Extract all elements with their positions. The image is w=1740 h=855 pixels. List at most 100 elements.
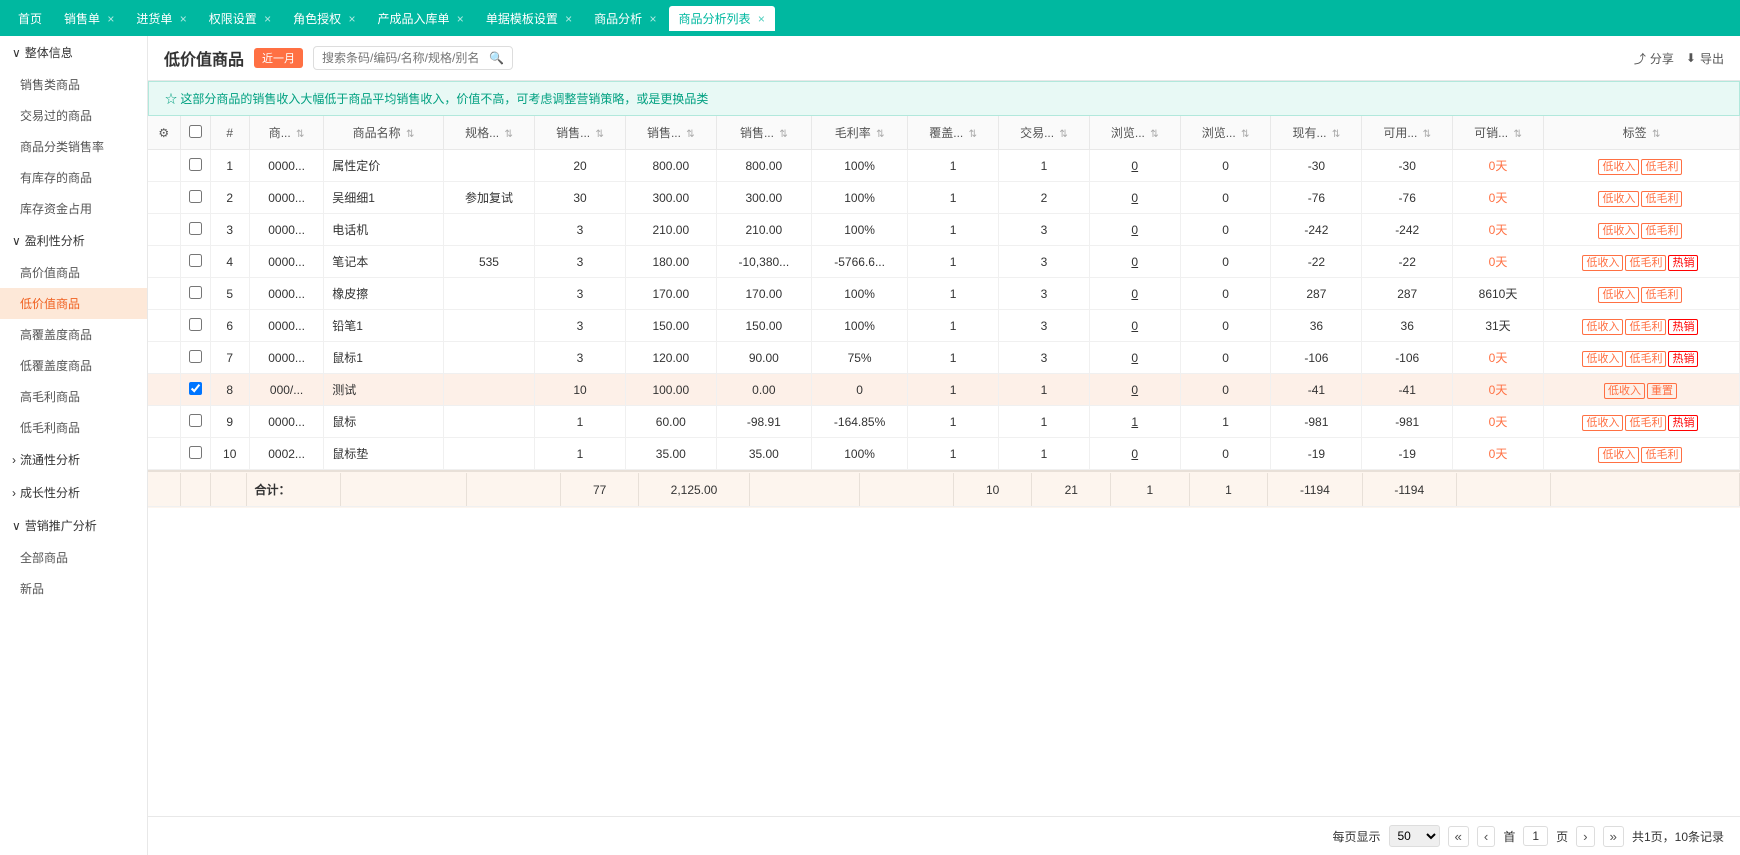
nav-template[interactable]: 单据模板设置 × [476, 6, 582, 31]
col-sales-avg[interactable]: 销售... ⇅ [716, 116, 811, 150]
col-trans[interactable]: 交易... ⇅ [999, 116, 1090, 150]
section-circulation[interactable]: › 流通性分析 [0, 443, 147, 476]
cell-check[interactable] [180, 438, 210, 470]
close-purchase-order[interactable]: × [180, 12, 187, 26]
sidebar-item-sales-products[interactable]: 销售类商品 [0, 69, 147, 100]
row-checkbox[interactable] [189, 350, 202, 363]
sidebar-item-stock-products[interactable]: 有库存的商品 [0, 162, 147, 193]
cell-check[interactable] [180, 278, 210, 310]
nav-home[interactable]: 首页 [8, 6, 52, 31]
col-pv1[interactable]: 浏览... ⇅ [1089, 116, 1180, 150]
period-filter-btn[interactable]: 近一月 [254, 48, 303, 68]
col-check[interactable] [180, 116, 210, 150]
next-page-btn[interactable]: › [1576, 826, 1594, 847]
close-sales-order[interactable]: × [107, 12, 114, 26]
col-code[interactable]: 商... ⇅ [249, 116, 323, 150]
select-all-checkbox[interactable] [189, 125, 202, 138]
sidebar-item-high-coverage[interactable]: 高覆盖度商品 [0, 319, 147, 350]
row-checkbox[interactable] [189, 414, 202, 427]
cell-pv1[interactable]: 0 [1089, 342, 1180, 374]
cell-check[interactable] [180, 406, 210, 438]
close-product-entry[interactable]: × [457, 12, 464, 26]
per-page-select[interactable]: 50 100 [1389, 825, 1440, 847]
col-sales-amt[interactable]: 销售... ⇅ [625, 116, 716, 150]
nav-role[interactable]: 角色授权 × [283, 6, 365, 31]
section-growth[interactable]: › 成长性分析 [0, 476, 147, 509]
col-stock-cur[interactable]: 现有... ⇅ [1271, 116, 1362, 150]
row-checkbox[interactable] [189, 286, 202, 299]
sidebar-item-new-products[interactable]: 新品 [0, 573, 147, 604]
cell-pv1[interactable]: 0 [1089, 214, 1180, 246]
sidebar-item-low-value[interactable]: 低价值商品 [0, 288, 147, 319]
row-checkbox[interactable] [189, 254, 202, 267]
col-coverage[interactable]: 覆盖... ⇅ [908, 116, 999, 150]
close-role[interactable]: × [348, 12, 355, 26]
search-icon[interactable]: 🔍 [489, 51, 504, 65]
col-name[interactable]: 商品名称 ⇅ [324, 116, 444, 150]
cell-gross-rate: 0 [811, 374, 907, 406]
cell-check[interactable] [180, 310, 210, 342]
close-template[interactable]: × [565, 12, 572, 26]
last-page-btn[interactable]: » [1603, 826, 1624, 847]
cell-check[interactable] [180, 150, 210, 182]
sidebar-item-stock-capital[interactable]: 库存资金占用 [0, 193, 147, 224]
cell-pv1[interactable]: 1 [1089, 406, 1180, 438]
col-gross-rate[interactable]: 毛利率 ⇅ [811, 116, 907, 150]
sidebar-item-traded-products[interactable]: 交易过的商品 [0, 100, 147, 131]
sidebar-item-category-rate[interactable]: 商品分类销售率 [0, 131, 147, 162]
row-checkbox[interactable] [189, 382, 202, 395]
export-btn[interactable]: ⬇ 导出 [1686, 50, 1724, 67]
col-pv2[interactable]: 浏览... ⇅ [1180, 116, 1271, 150]
col-stock-sale[interactable]: 可销... ⇅ [1453, 116, 1544, 150]
nav-permission[interactable]: 权限设置 × [199, 6, 281, 31]
col-gear[interactable]: ⚙ [148, 116, 180, 150]
nav-sales-order[interactable]: 销售单 × [54, 6, 124, 31]
cell-sales-avg: 90.00 [716, 342, 811, 374]
cell-check[interactable] [180, 182, 210, 214]
cell-pv1[interactable]: 0 [1089, 374, 1180, 406]
row-checkbox[interactable] [189, 222, 202, 235]
sidebar-item-high-margin[interactable]: 高毛利商品 [0, 381, 147, 412]
cell-tags: 低收入低毛利 [1543, 438, 1739, 470]
cell-pv1[interactable]: 0 [1089, 246, 1180, 278]
prev-page-btn[interactable]: ‹ [1477, 826, 1495, 847]
row-checkbox[interactable] [189, 446, 202, 459]
cell-check[interactable] [180, 374, 210, 406]
nav-analysis-list[interactable]: 商品分析列表 × [669, 6, 775, 31]
sidebar-item-low-margin[interactable]: 低毛利商品 [0, 412, 147, 443]
sidebar-item-high-value[interactable]: 高价值商品 [0, 257, 147, 288]
nav-analysis[interactable]: 商品分析 × [584, 6, 666, 31]
close-analysis[interactable]: × [650, 12, 657, 26]
cell-check[interactable] [180, 214, 210, 246]
col-spec[interactable]: 规格... ⇅ [443, 116, 534, 150]
nav-purchase-order[interactable]: 进货单 × [126, 6, 196, 31]
cell-check[interactable] [180, 246, 210, 278]
cell-pv1[interactable]: 0 [1089, 182, 1180, 214]
cell-trans: 2 [999, 182, 1090, 214]
close-permission[interactable]: × [264, 12, 271, 26]
share-btn[interactable]: ⤴ 分享 [1634, 50, 1674, 67]
row-checkbox[interactable] [189, 318, 202, 331]
first-page-btn[interactable]: « [1448, 826, 1469, 847]
col-sales-qty[interactable]: 销售... ⇅ [535, 116, 626, 150]
col-tag[interactable]: 标签 ⇅ [1543, 116, 1739, 150]
sidebar-item-all-products[interactable]: 全部商品 [0, 542, 147, 573]
cell-pv1[interactable]: 0 [1089, 310, 1180, 342]
section-profitability[interactable]: ∨ 盈利性分析 [0, 224, 147, 257]
current-page[interactable]: 1 [1523, 826, 1548, 846]
row-checkbox[interactable] [189, 190, 202, 203]
cell-pv1[interactable]: 0 [1089, 278, 1180, 310]
section-circulation-label: 流通性分析 [20, 451, 80, 468]
section-marketing[interactable]: ∨ 营销推广分析 [0, 509, 147, 542]
sidebar-item-low-coverage[interactable]: 低覆盖度商品 [0, 350, 147, 381]
cell-check[interactable] [180, 342, 210, 374]
search-input[interactable] [322, 51, 485, 65]
nav-product-entry[interactable]: 产成品入库单 × [367, 6, 473, 31]
cell-pv1[interactable]: 0 [1089, 150, 1180, 182]
cell-coverage: 1 [908, 278, 999, 310]
row-checkbox[interactable] [189, 158, 202, 171]
close-analysis-list[interactable]: × [758, 12, 765, 26]
col-stock-avail[interactable]: 可用... ⇅ [1362, 116, 1453, 150]
cell-pv1[interactable]: 0 [1089, 438, 1180, 470]
section-overall[interactable]: ∨ 整体信息 [0, 36, 147, 69]
